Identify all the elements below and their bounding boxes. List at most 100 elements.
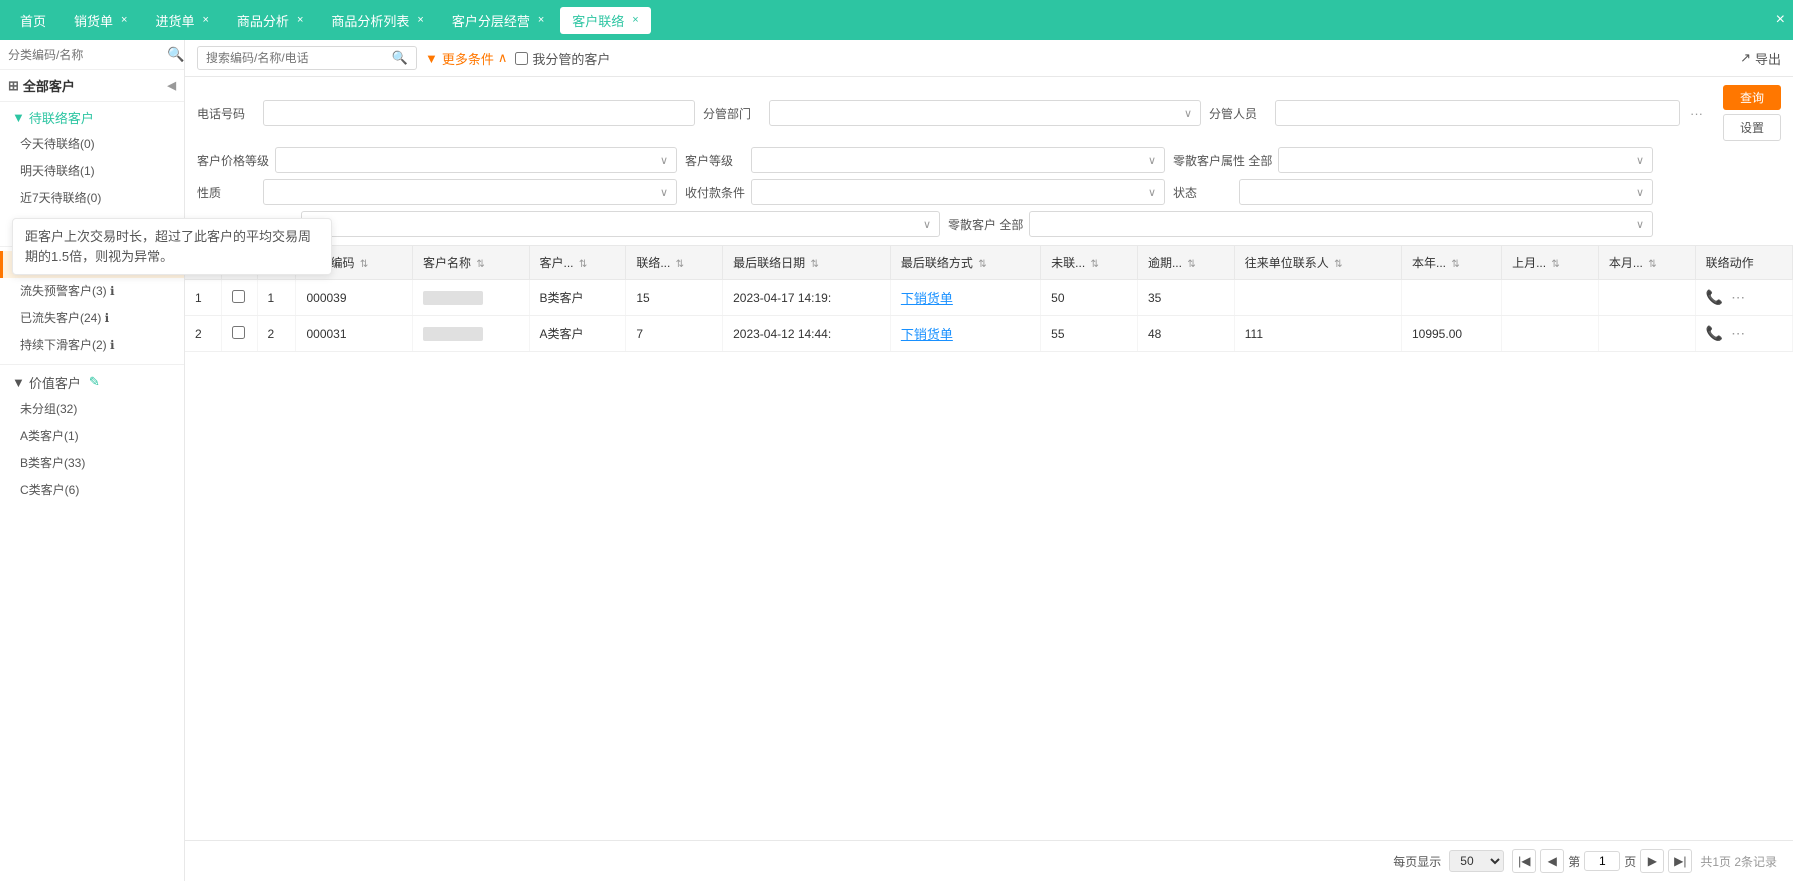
nav-analysis-list-close[interactable]: × [417,14,423,26]
chevron-up-icon: ∧ [498,50,508,66]
export-button[interactable]: ↗ 导出 [1740,49,1781,68]
nav-customer-segment[interactable]: 客户分层经营 × [440,7,556,34]
sidebar-item-a-class[interactable]: A类客户(1) [0,423,184,450]
filter-retail-attr-select[interactable]: ∨ [1278,147,1653,173]
th-not-contacted[interactable]: 未联... ⇅ [1041,246,1138,280]
sidebar-item-c-class[interactable]: C类客户(6) [0,477,184,504]
more-conditions-btn[interactable]: ▼ 更多条件 ∧ [425,49,507,68]
filter-payment-select[interactable]: ∨ [751,179,1165,205]
sidebar-value-label: 价值客户 [29,373,81,392]
row2-name [413,316,530,352]
sidebar-pending-title[interactable]: ▼ 待联络客户 [0,104,184,131]
main-search-input[interactable] [206,51,388,65]
th-level[interactable]: 客户... ⇅ [529,246,626,280]
sidebar-search-wrap: 🔍 [0,40,184,70]
my-customers-checkbox[interactable]: 我分管的客户 [515,49,610,68]
row1-last-contact-method[interactable]: 下销货单 [890,280,1040,316]
filter-manager-label: 分管人员 [1209,105,1269,122]
filter-price-level-select[interactable]: ∨ [275,147,677,173]
th-this-month[interactable]: 本月... ⇅ [1598,246,1695,280]
filter-manager-input[interactable] [1275,100,1680,126]
filter-price-level: 客户价格等级 ∨ [197,147,677,173]
nav-sales-close[interactable]: × [121,14,127,26]
filter-manager-dots[interactable]: ··· [1686,106,1707,121]
filter-gender-select[interactable]: ∨ [263,179,677,205]
row1-phone-icon[interactable]: 📞 [1706,289,1723,306]
row2-last-contact-method[interactable]: 下销货单 [890,316,1040,352]
sidebar-search-input[interactable] [8,48,163,62]
filter-phone-input[interactable] [263,100,695,126]
chevron-down-icon-4: ∨ [1636,154,1644,167]
sidebar-item-churn-warning[interactable]: 流失预警客户(3) ℹ [0,278,184,305]
sidebar-value-customers[interactable]: ▼ 价值客户 ✎ [0,369,184,396]
sidebar-item-ungrouped[interactable]: 未分组(32) [0,396,184,423]
last-page-btn[interactable]: ▶| [1668,849,1692,873]
th-company-contact[interactable]: 往来单位联系人 ⇅ [1234,246,1401,280]
sidebar-item-declining[interactable]: 持续下滑客户(2) ℹ [0,332,184,359]
th-actions: 联络动作 [1695,246,1792,280]
nav-analysis[interactable]: 商品分析 × [225,7,315,34]
sort-icon-this-month: ⇅ [1648,259,1656,270]
prev-page-btn[interactable]: ◀ [1540,849,1564,873]
th-last-contact-date[interactable]: 最后联络日期 ⇅ [723,246,891,280]
sidebar-all-customers[interactable]: ⊞ 全部客户 ◀ [0,70,184,102]
nav-customer-contact[interactable]: 客户联络 × [560,7,650,34]
sidebar-item-today[interactable]: 今天待联络(0) [0,131,184,158]
row1-contact-link[interactable]: 下销货单 [901,291,953,306]
th-overdue[interactable]: 逾期... ⇅ [1137,246,1234,280]
row2-more-icon[interactable]: ⋯ [1731,325,1745,342]
filter-customer-type-select[interactable]: ∨ [301,211,940,237]
sidebar-item-7days[interactable]: 近7天待联络(0) [0,185,184,212]
row1-more-icon[interactable]: ⋯ [1731,289,1745,306]
row2-contact-link[interactable]: 下销货单 [901,327,953,342]
settings-button[interactable]: 设置 [1723,114,1781,141]
edit-icon[interactable]: ✎ [89,374,100,390]
row2-name-blur [423,327,483,341]
per-page-select[interactable]: 50 20 100 [1449,850,1504,872]
query-button[interactable]: 查询 [1723,85,1781,110]
row1-checkbox[interactable] [232,290,245,303]
sidebar-item-tomorrow[interactable]: 明天待联络(1) [0,158,184,185]
filter-customer-level: 客户等级 ∨ [685,147,1165,173]
sidebar-item-b-class[interactable]: B类客户(33) [0,450,184,477]
filter-status-label: 状态 [1173,184,1233,201]
nav-analysis-list[interactable]: 商品分析列表 × [319,7,435,34]
nav-customer-contact-close[interactable]: × [632,14,638,26]
row2-checkbox[interactable] [232,326,245,339]
chevron-down-icon-1: ∨ [1184,107,1192,120]
nav-sales-label: 销货单 [74,11,113,30]
th-name[interactable]: 客户名称 ⇅ [413,246,530,280]
sidebar-search-icon[interactable]: 🔍 [167,46,184,63]
filter-row-4: ··· 客户类型 ∨ 零散客户 全部 ∨ [197,211,1781,237]
th-contacts[interactable]: 联络... ⇅ [626,246,723,280]
sidebar-section-title: 全部客户 [23,76,75,95]
row2-phone-icon[interactable]: 📞 [1706,325,1723,342]
sidebar-item-churned[interactable]: 已流失客户(24) ℹ [0,305,184,332]
th-last-contact-method[interactable]: 最后联络方式 ⇅ [890,246,1040,280]
filter-status-select[interactable]: ∨ [1239,179,1653,205]
filter-dept-label: 分管部门 [703,105,763,122]
nav-purchase[interactable]: 进货单 × [143,7,220,34]
filter-retail-customer-select[interactable]: ∨ [1029,211,1653,237]
nav-customer-segment-close[interactable]: × [538,14,544,26]
next-page-btn[interactable]: ▶ [1640,849,1664,873]
main-layout: 🔍 ⊞ 全部客户 ◀ ▼ 待联络客户 今天待联络(0) 明天待联络(1) 近7天… [0,40,1793,881]
nav-home[interactable]: 首页 [8,7,58,34]
my-customers-check[interactable] [515,52,528,65]
th-this-year[interactable]: 本年... ⇅ [1401,246,1501,280]
nav-purchase-close[interactable]: × [202,14,208,26]
sort-icon-overdue: ⇅ [1187,259,1195,270]
table-area[interactable]: ⚙ 客户编码 ⇅ 客户名称 ⇅ 客户... ⇅ [185,246,1793,840]
nav-analysis-close[interactable]: × [297,14,303,26]
row2-action-wrap: 📞 ⋯ [1706,325,1782,342]
th-last-month[interactable]: 上月... ⇅ [1502,246,1599,280]
close-all-button[interactable]: × [1776,11,1785,29]
filter-customer-level-select[interactable]: ∨ [751,147,1165,173]
main-search-icon[interactable]: 🔍 [392,50,408,66]
filter-dept-select[interactable]: ∨ [769,100,1201,126]
nav-sales[interactable]: 销货单 × [62,7,139,34]
first-page-btn[interactable]: |◀ [1512,849,1536,873]
chevron-down-icon-8: ∨ [923,218,931,231]
page-input[interactable] [1584,851,1620,871]
nav-analysis-label: 商品分析 [237,11,289,30]
